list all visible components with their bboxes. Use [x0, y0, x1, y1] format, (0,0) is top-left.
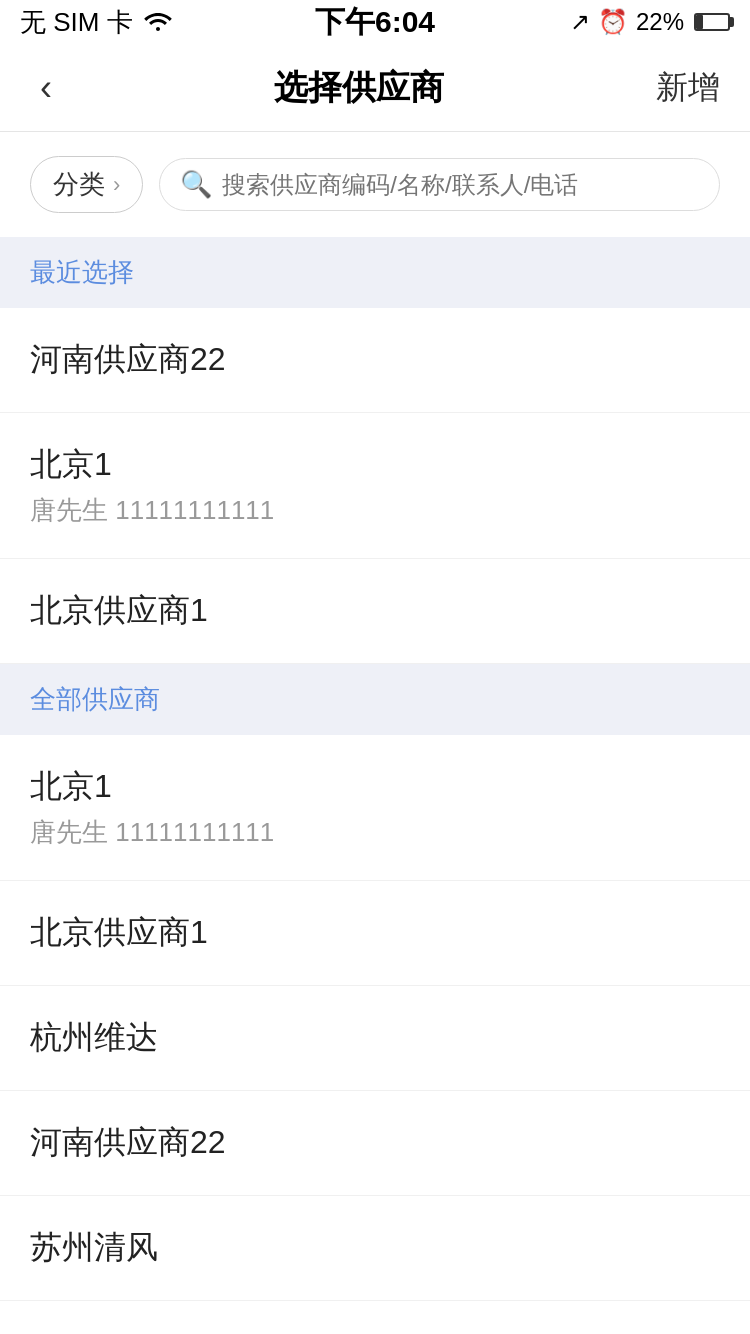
status-bar: 无 SIM 卡 下午6:04 ↗ ⏰ 22%	[0, 0, 750, 44]
list-item[interactable]: 河南供应商22	[0, 308, 750, 413]
recent-items-list: 河南供应商22 北京1 唐先生 11111111111 北京供应商1	[0, 308, 750, 664]
battery-icon	[694, 13, 730, 31]
wifi-icon	[143, 7, 173, 38]
category-label: 分类	[53, 167, 105, 202]
filter-bar: 分类 › 🔍	[0, 132, 750, 237]
sim-status: 无 SIM 卡	[20, 5, 133, 40]
item-name: 苏州清风	[30, 1226, 720, 1270]
back-button[interactable]: ‹	[30, 57, 62, 119]
item-name: 河南供应商22	[30, 338, 720, 382]
search-input[interactable]	[222, 171, 699, 199]
item-name: 北京1	[30, 765, 720, 809]
recent-section-label: 最近选择	[30, 257, 134, 287]
list-item[interactable]: 河南供应商22	[0, 1091, 750, 1196]
chevron-right-icon: ›	[113, 172, 120, 198]
location-icon: ↗	[570, 8, 590, 36]
page-title: 选择供应商	[274, 65, 444, 111]
status-left: 无 SIM 卡	[20, 5, 173, 40]
item-name: 河南供应商22	[30, 1121, 720, 1165]
item-name: 北京供应商1	[30, 589, 720, 633]
alarm-icon: ⏰	[598, 8, 628, 36]
list-item[interactable]: 北京1 唐先生 11111111111	[0, 413, 750, 559]
search-box[interactable]: 🔍	[159, 158, 720, 211]
recent-section-header: 最近选择	[0, 237, 750, 308]
list-item[interactable]: 北京供应商1	[0, 881, 750, 986]
status-time: 下午6:04	[315, 2, 435, 43]
list-item[interactable]: 北京1 唐先生 11111111111	[0, 735, 750, 881]
item-sub: 唐先生 11111111111	[30, 815, 720, 850]
category-button[interactable]: 分类 ›	[30, 156, 143, 213]
all-section-label: 全部供应商	[30, 684, 160, 714]
battery-text: 22%	[636, 8, 684, 36]
item-name: 北京供应商1	[30, 911, 720, 955]
list-item[interactable]: 杭州维达	[0, 986, 750, 1091]
item-name: 北京1	[30, 443, 720, 487]
status-right: ↗ ⏰ 22%	[570, 8, 730, 36]
item-sub: 唐先生 11111111111	[30, 493, 720, 528]
all-section-header: 全部供应商	[0, 664, 750, 735]
list-item[interactable]: 苏州清风	[0, 1196, 750, 1301]
list-item[interactable]: 北京供应商1	[0, 559, 750, 664]
all-items-list: 北京1 唐先生 11111111111 北京供应商1 杭州维达河南供应商22 苏州清风	[0, 735, 750, 1301]
item-name: 杭州维达	[30, 1016, 720, 1060]
search-icon: 🔍	[180, 169, 212, 200]
add-button[interactable]: 新增	[656, 66, 720, 110]
nav-bar: ‹ 选择供应商 新增	[0, 44, 750, 132]
